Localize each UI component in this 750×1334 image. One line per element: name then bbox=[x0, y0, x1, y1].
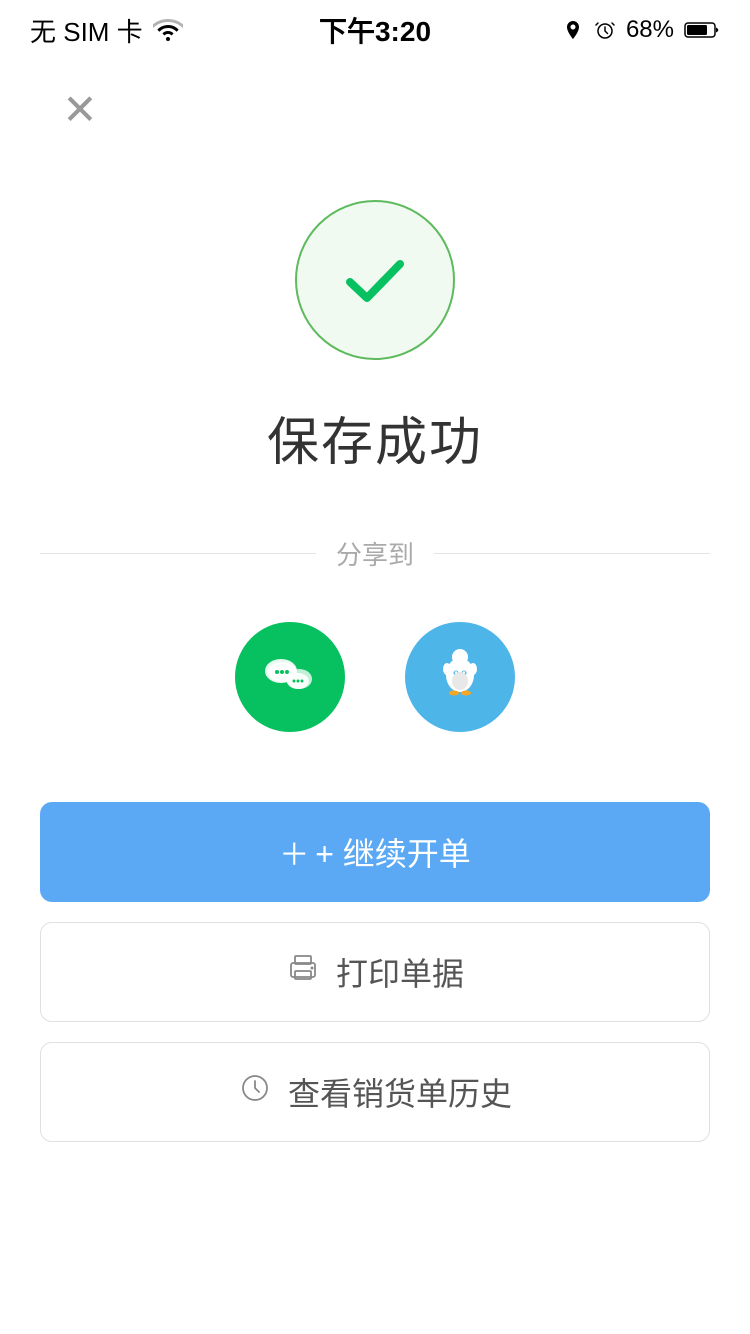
status-right: 68% bbox=[562, 16, 720, 44]
print-button[interactable]: 打印单据 bbox=[40, 922, 710, 1022]
continue-label: + 继续开单 bbox=[315, 829, 471, 875]
qq-share-button[interactable] bbox=[405, 622, 515, 732]
wechat-icon bbox=[258, 645, 322, 709]
buttons-section: ＋ + 继续开单 打印单据 查看销货单历 bbox=[40, 802, 710, 1142]
status-time: 下午3:20 bbox=[319, 10, 431, 50]
location-icon bbox=[562, 19, 584, 41]
alarm-icon bbox=[594, 19, 616, 41]
status-bar: 无 SIM 卡 下午3:20 68% bbox=[0, 0, 750, 60]
divider-left bbox=[40, 553, 316, 554]
battery-icon bbox=[684, 21, 720, 39]
wechat-share-button[interactable] bbox=[235, 622, 345, 732]
checkmark-icon bbox=[335, 240, 415, 320]
history-button[interactable]: 查看销货单历史 bbox=[40, 1042, 710, 1142]
printer-icon bbox=[286, 951, 320, 993]
close-button[interactable]: ✕ bbox=[50, 80, 110, 140]
wifi-icon bbox=[153, 19, 183, 41]
share-label: 分享到 bbox=[336, 535, 414, 572]
share-icons bbox=[235, 622, 515, 732]
qq-icon bbox=[428, 645, 492, 709]
main-content: ✕ 保存成功 分享到 bbox=[0, 60, 750, 1334]
clock-icon bbox=[238, 1071, 272, 1113]
divider-right bbox=[434, 553, 710, 554]
success-title: 保存成功 bbox=[267, 400, 483, 475]
clock-svg bbox=[238, 1071, 272, 1105]
continue-button[interactable]: ＋ + 继续开单 bbox=[40, 802, 710, 902]
share-section: 分享到 bbox=[40, 535, 710, 732]
close-icon: ✕ bbox=[62, 89, 97, 131]
print-label: 打印单据 bbox=[336, 949, 464, 995]
printer-svg bbox=[286, 951, 320, 985]
success-circle bbox=[295, 200, 455, 360]
share-divider-row: 分享到 bbox=[40, 535, 710, 572]
battery-percent: 68% bbox=[626, 16, 674, 44]
history-label: 查看销货单历史 bbox=[288, 1069, 512, 1115]
plus-icon: ＋ bbox=[279, 830, 309, 874]
status-left: 无 SIM 卡 bbox=[30, 12, 183, 49]
no-sim-text: 无 SIM 卡 bbox=[30, 12, 143, 49]
